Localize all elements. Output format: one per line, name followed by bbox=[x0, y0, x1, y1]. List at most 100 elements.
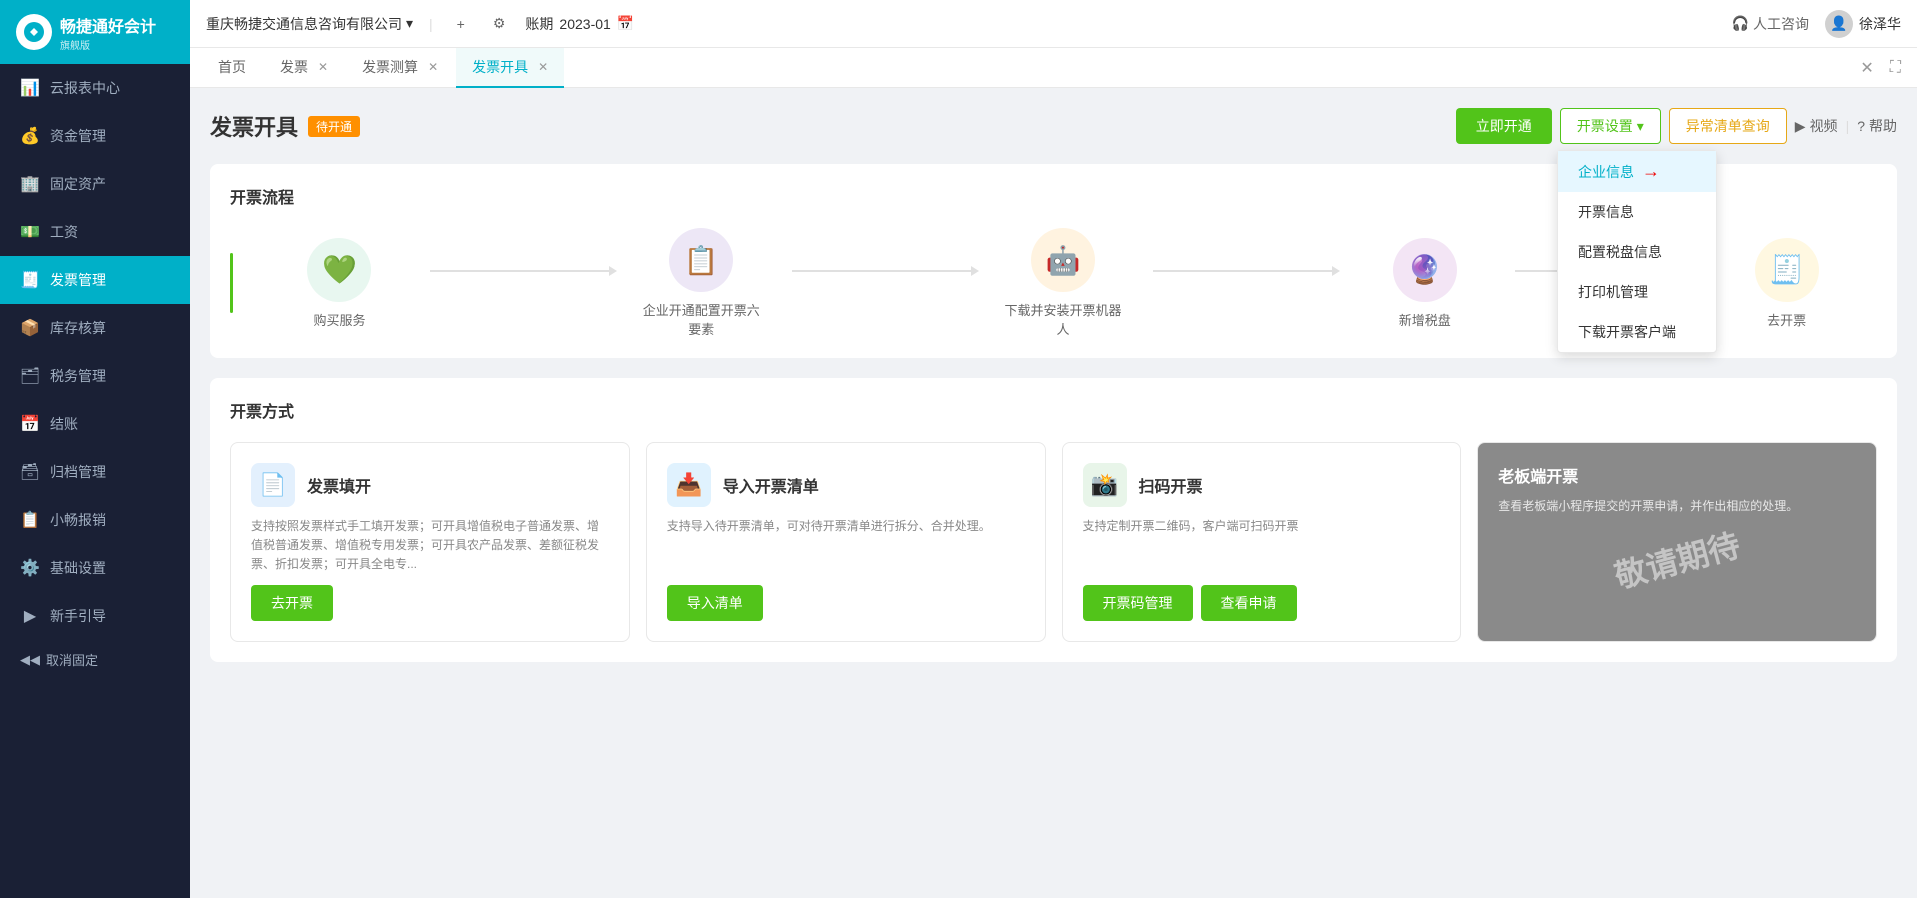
period-value: 2023-01 bbox=[559, 16, 610, 32]
calendar-icon[interactable]: 📅 bbox=[617, 15, 634, 32]
card-icon: 📄 bbox=[251, 463, 295, 507]
card-header: 📸 扫码开票 bbox=[1083, 463, 1441, 507]
methods-section: 开票方式 📄 发票填开 支持按照发票样式手工填开发票；可开具增值税电子普通发票、… bbox=[210, 378, 1897, 662]
flow-border bbox=[230, 253, 233, 313]
card-btn[interactable]: 导入清单 bbox=[667, 585, 763, 621]
logo-icon bbox=[16, 14, 52, 50]
tab-close-icon[interactable]: ✕ bbox=[538, 60, 548, 74]
card-icon: 📥 bbox=[667, 463, 711, 507]
play-icon: ▶ bbox=[1795, 118, 1806, 135]
flow-step-icon: 📋 bbox=[669, 228, 733, 292]
sidebar-collapse[interactable]: ◀◀ 取消固定 bbox=[0, 640, 190, 679]
tab-close-button[interactable]: ✕ bbox=[1856, 56, 1877, 80]
tab-expand-button[interactable]: ⛶ bbox=[1886, 57, 1905, 79]
flow-step-icon: 🤖 bbox=[1031, 228, 1095, 292]
sidebar-label: 云报表中心 bbox=[50, 78, 120, 98]
divider: | bbox=[1846, 118, 1850, 134]
card-header: 📥 导入开票清单 bbox=[667, 463, 1025, 507]
sidebar-icon: 🏢 bbox=[20, 174, 40, 194]
sidebar-label: 归档管理 bbox=[50, 462, 106, 482]
sidebar-item-工资[interactable]: 💵 工资 bbox=[0, 208, 190, 256]
avatar-icon: 👤 bbox=[1830, 15, 1847, 32]
sidebar-item-固定资产[interactable]: 🏢 固定资产 bbox=[0, 160, 190, 208]
company-dropdown-icon: ▾ bbox=[406, 15, 413, 32]
tab-close-icon[interactable]: ✕ bbox=[318, 60, 328, 74]
sidebar-label: 小畅报销 bbox=[50, 510, 106, 530]
page-header: 发票开具 待开通 立即开通 开票设置 ▾ 异常清单查询 ▶ 视频 | bbox=[210, 108, 1897, 144]
dropdown-item-0[interactable]: 企业信息→ bbox=[1558, 151, 1716, 192]
sidebar-item-基础设置[interactable]: ⚙️ 基础设置 bbox=[0, 544, 190, 592]
tab-首页[interactable]: 首页 bbox=[202, 48, 262, 88]
logo-subtitle: 旗舰版 bbox=[60, 37, 156, 52]
sidebar-label: 基础设置 bbox=[50, 558, 106, 578]
period-info: 账期 2023-01 📅 bbox=[525, 14, 634, 34]
dropdown-item-label: 企业信息 bbox=[1578, 162, 1634, 182]
tab-label: 发票 bbox=[280, 57, 308, 77]
sidebar-icon: 📋 bbox=[20, 510, 40, 530]
flow-step-icon: 💚 bbox=[307, 238, 371, 302]
sidebar-item-发票管理[interactable]: 🧾 发票管理 bbox=[0, 256, 190, 304]
sidebar-icon: 🧾 bbox=[20, 270, 40, 290]
flow-step-label: 新增税盘 bbox=[1399, 310, 1451, 329]
sidebar-label: 发票管理 bbox=[50, 270, 106, 290]
card-title: 导入开票清单 bbox=[723, 473, 819, 497]
user-avatar: 👤 bbox=[1825, 10, 1853, 38]
logo-text: 畅捷通好会计 旗舰版 bbox=[60, 13, 156, 52]
exception-list-button[interactable]: 异常清单查询 bbox=[1669, 108, 1787, 144]
sidebar-item-税务管理[interactable]: 🗂 税务管理 bbox=[0, 352, 190, 400]
tab-发票[interactable]: 发票 ✕ bbox=[264, 48, 344, 88]
tab-label: 首页 bbox=[218, 57, 246, 77]
card-title: 扫码开票 bbox=[1139, 473, 1203, 497]
help-button[interactable]: ? 帮助 bbox=[1857, 116, 1897, 136]
content-area: 发票开具 待开通 立即开通 开票设置 ▾ 异常清单查询 ▶ 视频 | bbox=[190, 88, 1917, 898]
settings-dropdown-button[interactable]: 开票设置 ▾ bbox=[1560, 108, 1661, 144]
flow-step-2: 🤖 下载并安装开票机器人 bbox=[973, 228, 1154, 338]
sidebar-icon: ⚙️ bbox=[20, 558, 40, 578]
tab-发票开具[interactable]: 发票开具 ✕ bbox=[456, 48, 564, 88]
card-header: 老板端开票 bbox=[1498, 463, 1856, 487]
sidebar-icon: 📊 bbox=[20, 78, 40, 98]
tab-label: 发票开具 bbox=[472, 57, 528, 77]
help-icon: ? bbox=[1857, 118, 1865, 134]
sidebar-item-归档管理[interactable]: 🗃 归档管理 bbox=[0, 448, 190, 496]
card-title: 老板端开票 bbox=[1498, 463, 1578, 487]
sidebar-item-库存核算[interactable]: 📦 库存核算 bbox=[0, 304, 190, 352]
sidebar-item-资金管理[interactable]: 💰 资金管理 bbox=[0, 112, 190, 160]
sidebar-label: 工资 bbox=[50, 222, 78, 242]
sidebar-icon: 💵 bbox=[20, 222, 40, 242]
dropdown-item-2[interactable]: 配置税盘信息 bbox=[1558, 232, 1716, 272]
user-info[interactable]: 👤 徐泽华 bbox=[1825, 10, 1901, 38]
dropdown-item-label: 下载开票客户端 bbox=[1578, 322, 1676, 342]
dropdown-item-3[interactable]: 打印机管理 bbox=[1558, 272, 1716, 312]
header-actions: 立即开通 开票设置 ▾ 异常清单查询 ▶ 视频 | ? 帮助 bbox=[1456, 108, 1897, 144]
tab-close-icon[interactable]: ✕ bbox=[428, 60, 438, 74]
sidebar-label: 税务管理 bbox=[50, 366, 106, 386]
flow-step-label: 企业开通配置开票六要素 bbox=[641, 300, 761, 338]
video-button[interactable]: ▶ 视频 bbox=[1795, 116, 1838, 136]
activate-button[interactable]: 立即开通 bbox=[1456, 108, 1552, 144]
customer-service-button[interactable]: 🎧 人工咨询 bbox=[1732, 14, 1809, 34]
dropdown-chevron-icon: ▾ bbox=[1637, 118, 1644, 135]
tab-发票测算[interactable]: 发票测算✕ bbox=[346, 48, 454, 88]
logo-title: 畅捷通好会计 bbox=[60, 13, 156, 37]
card-btn[interactable]: 去开票 bbox=[251, 585, 333, 621]
card-buttons: 开票码管理 查看申请 bbox=[1083, 585, 1441, 621]
dropdown-item-1[interactable]: 开票信息 bbox=[1558, 192, 1716, 232]
sidebar-item-结账[interactable]: 📅 结账 bbox=[0, 400, 190, 448]
collapse-label: 取消固定 bbox=[46, 650, 98, 669]
sidebar-label: 固定资产 bbox=[50, 174, 106, 194]
dropdown-item-4[interactable]: 下载开票客户端 bbox=[1558, 312, 1716, 352]
add-company-button[interactable]: + bbox=[449, 12, 473, 36]
dropdown-item-label: 配置税盘信息 bbox=[1578, 242, 1662, 262]
card-btn-secondary[interactable]: 查看申请 bbox=[1201, 585, 1297, 621]
sidebar-item-新手引导[interactable]: ▶ 新手引导 bbox=[0, 592, 190, 640]
sidebar-icon: 📅 bbox=[20, 414, 40, 434]
flow-connector-1 bbox=[792, 270, 973, 272]
flow-step-icon: 🧾 bbox=[1755, 238, 1819, 302]
company-name[interactable]: 重庆畅捷交通信息咨询有限公司 ▾ bbox=[206, 14, 413, 34]
sidebar-item-云报表中心[interactable]: 📊 云报表中心 bbox=[0, 64, 190, 112]
main-area: 重庆畅捷交通信息咨询有限公司 ▾ | + ⚙ 账期 2023-01 📅 🎧 人工… bbox=[190, 0, 1917, 898]
card-btn-primary[interactable]: 开票码管理 bbox=[1083, 585, 1193, 621]
sidebar-item-小畅报销[interactable]: 📋 小畅报销 bbox=[0, 496, 190, 544]
settings-button[interactable]: ⚙ bbox=[485, 11, 514, 36]
